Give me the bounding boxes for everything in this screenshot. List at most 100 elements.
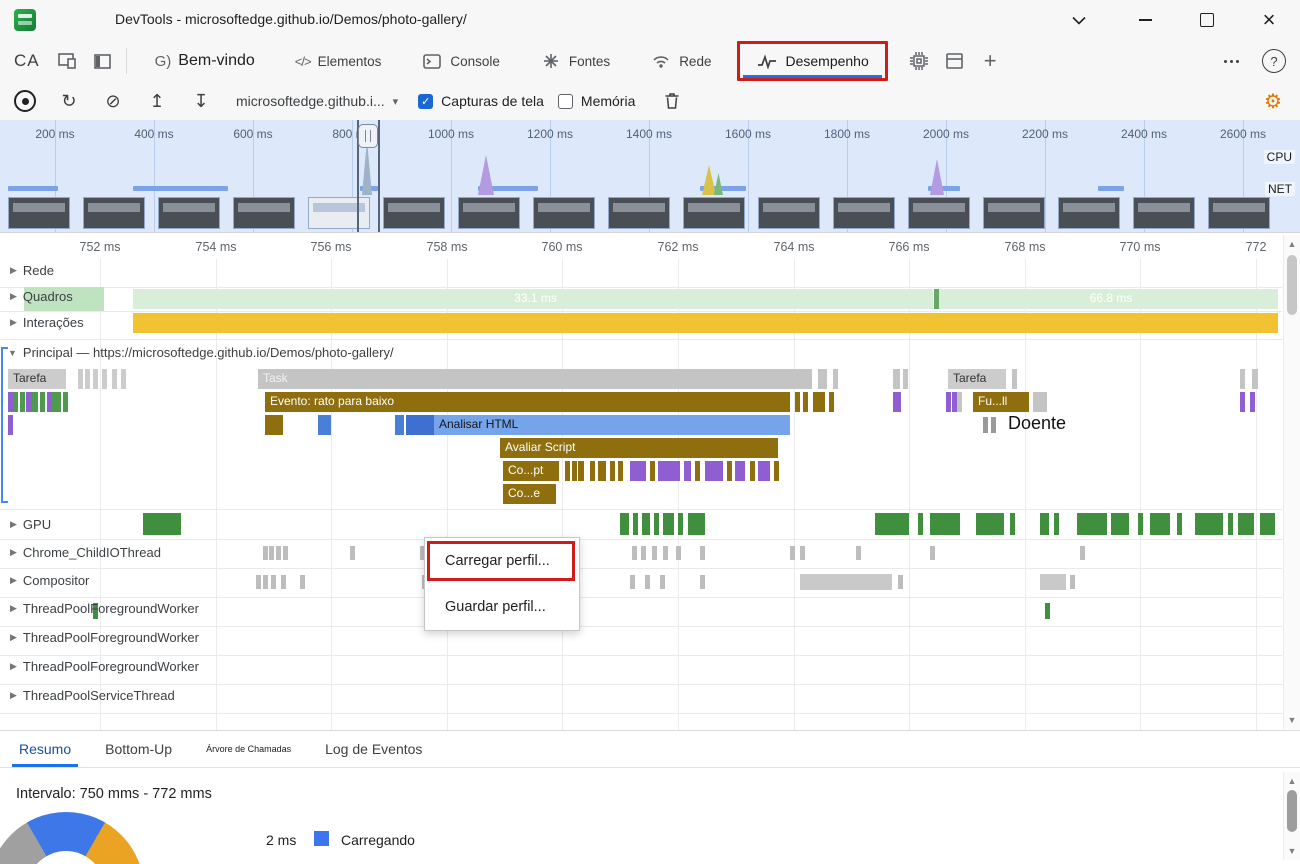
gpu-bar[interactable]	[976, 513, 1004, 535]
flame-bar[interactable]	[1080, 546, 1085, 560]
screenshot-thumbnail[interactable]	[458, 197, 520, 229]
flame-bar[interactable]	[350, 546, 355, 560]
tracks-scrollbar[interactable]: ▲ ▼	[1283, 235, 1300, 729]
more-tools-button[interactable]: +	[984, 48, 997, 74]
flame-bar[interactable]	[641, 546, 646, 560]
track-label-intera-es[interactable]: ▶ Interações	[10, 315, 84, 330]
layers-icon[interactable]	[944, 50, 966, 72]
flame-bar[interactable]	[1240, 392, 1245, 412]
flame-bar[interactable]	[300, 575, 305, 589]
flame-bar[interactable]	[269, 546, 274, 560]
menu-item-load-profile[interactable]: Carregar perfil...	[425, 538, 579, 584]
flame-bar[interactable]	[727, 461, 732, 481]
gpu-bar[interactable]	[930, 513, 960, 535]
flame-bar[interactable]	[957, 392, 962, 412]
gpu-bar[interactable]	[642, 513, 650, 535]
screenshot-thumbnail[interactable]	[983, 197, 1045, 229]
flame-bar[interactable]	[856, 546, 861, 560]
flame-bar[interactable]	[803, 392, 808, 412]
flame-bar[interactable]	[78, 369, 83, 389]
flame-bar[interactable]	[1250, 392, 1255, 412]
settings-gear-icon[interactable]: ⚙	[1262, 90, 1284, 113]
flame-bar[interactable]	[903, 369, 908, 389]
flame-bar[interactable]	[893, 392, 901, 412]
scrollbar-thumb[interactable]	[1287, 790, 1297, 832]
screenshots-checkbox[interactable]: ✓	[418, 93, 434, 109]
gpu-bar[interactable]	[1195, 513, 1223, 535]
flame-bar[interactable]	[610, 461, 615, 481]
flame-bar[interactable]	[700, 575, 705, 589]
flame-bar[interactable]	[102, 369, 107, 389]
gpu-bar[interactable]	[143, 513, 181, 535]
screenshot-thumbnail[interactable]	[233, 197, 295, 229]
flame-bar[interactable]	[598, 461, 606, 481]
flame-bar[interactable]	[898, 575, 903, 589]
flame-bar[interactable]	[1045, 603, 1050, 619]
selection-handle-right[interactable]	[378, 120, 380, 232]
flame-bar[interactable]	[829, 392, 834, 412]
track-label-threadpoolforegroundworker[interactable]: ▶ ThreadPoolForegroundWorker	[10, 659, 199, 674]
event-bar[interactable]: Evento: rato para baixo	[265, 392, 790, 412]
compile-code-bar[interactable]: Co...e	[503, 484, 556, 504]
tab-arvore-de-chamadas[interactable]: Árvore de Chamadas	[189, 731, 308, 767]
flame-bar[interactable]	[20, 392, 25, 412]
flame-bar[interactable]	[1033, 392, 1047, 412]
clear-recording-button[interactable]: ⊘	[102, 90, 124, 112]
screenshot-thumbnail[interactable]	[383, 197, 445, 229]
flame-bar[interactable]	[663, 546, 668, 560]
gpu-bar[interactable]	[1111, 513, 1129, 535]
parse-html-bar[interactable]: Analisar HTML	[434, 415, 790, 435]
cpu-icon[interactable]	[908, 50, 930, 72]
track-label-rede[interactable]: ▶ Rede	[10, 263, 54, 278]
function-call-bar[interactable]: Fu...ll	[973, 392, 1029, 412]
flame-bar[interactable]	[395, 415, 404, 435]
screenshot-thumbnail[interactable]	[908, 197, 970, 229]
flame-bar[interactable]	[676, 546, 681, 560]
flame-bar[interactable]	[1252, 369, 1258, 389]
tab-bem-vindo[interactable]: G) Bem-vindo	[135, 40, 275, 82]
frame-bar[interactable]: 33.1 ms	[133, 289, 933, 309]
scroll-up-icon[interactable]: ▲	[1284, 237, 1300, 251]
track-label-compositor[interactable]: ▶ Compositor	[10, 573, 89, 588]
flame-bar[interactable]	[684, 461, 691, 481]
track-label-threadpoolservicethread[interactable]: ▶ ThreadPoolServiceThread	[10, 688, 175, 703]
flame-bar[interactable]	[705, 461, 723, 481]
flame-bar[interactable]	[281, 575, 286, 589]
gpu-bar[interactable]	[663, 513, 674, 535]
flame-bar[interactable]	[578, 461, 584, 481]
menu-item-save-profile[interactable]: Guardar perfil...	[425, 584, 579, 630]
flame-bar[interactable]	[263, 575, 268, 589]
flame-bar[interactable]	[735, 461, 745, 481]
track-label-chrome-childiothread[interactable]: ▶ Chrome_ChildIOThread	[10, 545, 161, 560]
flame-bar[interactable]	[85, 369, 90, 389]
flame-bar[interactable]	[31, 392, 38, 412]
flame-bar[interactable]	[590, 461, 595, 481]
track-label-threadpoolforegroundworker[interactable]: ▶ ThreadPoolForegroundWorker	[10, 630, 199, 645]
gpu-bar[interactable]	[633, 513, 638, 535]
screenshot-thumbnail[interactable]	[1208, 197, 1270, 229]
screenshot-thumbnail[interactable]	[1133, 197, 1195, 229]
flame-bar[interactable]	[572, 461, 577, 481]
flame-bar[interactable]	[774, 461, 779, 481]
reload-and-record-button[interactable]: ↻	[58, 90, 80, 112]
gpu-bar[interactable]	[1260, 513, 1275, 535]
tab-log-de-eventos[interactable]: Log de Eventos	[308, 731, 439, 767]
flame-bar[interactable]	[695, 461, 700, 481]
inspect-elements-button[interactable]: CA	[14, 51, 40, 71]
flame-bar[interactable]	[790, 546, 795, 560]
evaluate-script-bar[interactable]: Avaliar Script	[500, 438, 778, 458]
frame-bar[interactable]: 66.8 ms	[939, 289, 1278, 309]
flame-bar[interactable]	[983, 417, 988, 433]
compositor-bar[interactable]	[800, 574, 892, 590]
flame-bar[interactable]	[63, 392, 68, 412]
gpu-bar[interactable]	[1077, 513, 1107, 535]
flame-bar[interactable]	[263, 546, 268, 560]
gpu-bar[interactable]	[688, 513, 705, 535]
tab-bottom-up[interactable]: Bottom-Up	[88, 731, 189, 767]
track-label-threadpoolforegroundworker[interactable]: ▶ ThreadPoolForegroundWorker	[10, 601, 199, 616]
flame-bar[interactable]	[283, 546, 288, 560]
gpu-bar[interactable]	[1150, 513, 1170, 535]
flame-bar[interactable]	[1070, 575, 1075, 589]
flame-bar[interactable]	[650, 461, 655, 481]
tab-desempenho[interactable]: Desempenho	[737, 41, 888, 81]
